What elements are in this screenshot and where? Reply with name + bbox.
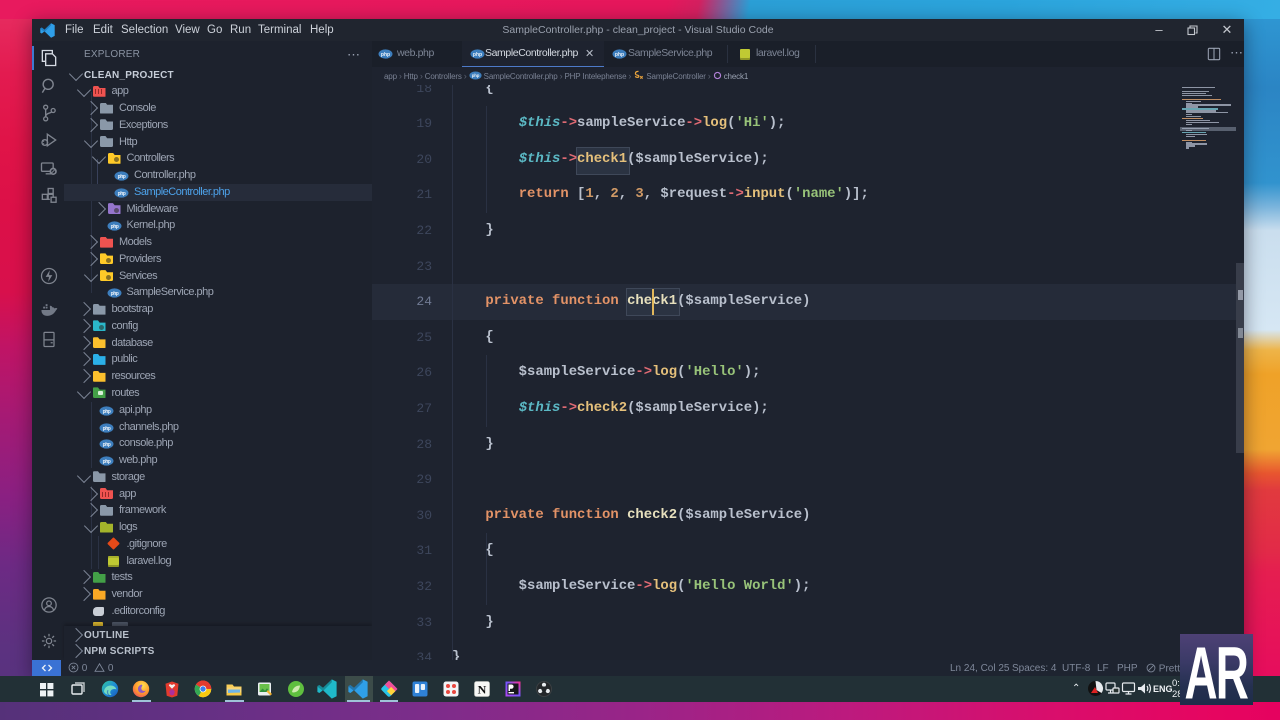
svg-text:php: php	[615, 52, 624, 58]
svg-text:php: php	[103, 459, 111, 465]
svg-text:php: php	[471, 73, 479, 78]
svg-text:php: php	[118, 191, 126, 197]
svg-text:php: php	[103, 442, 111, 448]
svg-text:AR: AR	[1185, 634, 1249, 705]
svg-text:php: php	[103, 425, 111, 431]
svg-text:php: php	[381, 52, 390, 58]
svg-text:php: php	[110, 291, 118, 297]
svg-text:php: php	[118, 174, 126, 180]
svg-text:php: php	[103, 408, 111, 414]
svg-text:php: php	[110, 224, 118, 230]
svg-text:N: N	[478, 683, 487, 697]
svg-text:php: php	[473, 52, 482, 58]
